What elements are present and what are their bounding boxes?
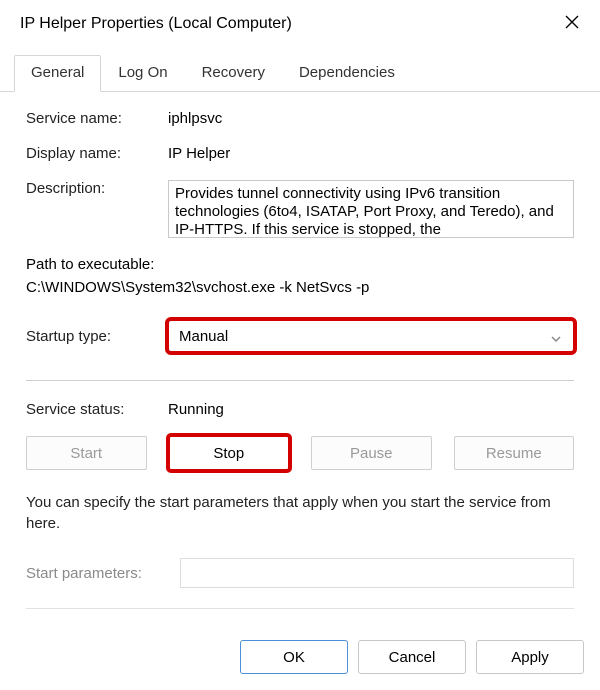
- tab-strip: General Log On Recovery Dependencies: [0, 48, 600, 92]
- stop-button[interactable]: Stop: [169, 436, 290, 470]
- value-service-status: Running: [168, 401, 574, 418]
- tab-dependencies[interactable]: Dependencies: [282, 55, 412, 92]
- cancel-button[interactable]: Cancel: [358, 640, 466, 674]
- label-description: Description:: [26, 180, 168, 197]
- label-service-status: Service status:: [26, 401, 168, 418]
- separator-2: [26, 608, 574, 609]
- label-start-parameters: Start parameters:: [26, 565, 168, 582]
- separator: [26, 380, 574, 381]
- apply-button[interactable]: Apply: [476, 640, 584, 674]
- tab-recovery[interactable]: Recovery: [185, 55, 282, 92]
- startup-type-select[interactable]: Manual: [168, 320, 574, 352]
- tab-log-on[interactable]: Log On: [101, 55, 184, 92]
- resume-button: Resume: [454, 436, 575, 470]
- label-path: Path to executable:: [26, 256, 574, 273]
- start-parameters-input: [180, 558, 574, 588]
- label-service-name: Service name:: [26, 110, 168, 127]
- value-path: C:\WINDOWS\System32\svchost.exe -k NetSv…: [26, 279, 574, 296]
- tab-general[interactable]: General: [14, 55, 101, 92]
- label-startup-type: Startup type:: [26, 328, 168, 345]
- chevron-down-icon: [551, 331, 561, 341]
- value-service-name: iphlpsvc: [168, 110, 574, 127]
- label-display-name: Display name:: [26, 145, 168, 162]
- startup-type-value: Manual: [179, 328, 228, 345]
- start-button: Start: [26, 436, 147, 470]
- close-button[interactable]: [548, 0, 596, 48]
- value-display-name: IP Helper: [168, 145, 574, 162]
- window-title: IP Helper Properties (Local Computer): [20, 15, 292, 33]
- close-icon: [565, 15, 579, 33]
- pause-button: Pause: [311, 436, 432, 470]
- ok-button[interactable]: OK: [240, 640, 348, 674]
- description-box[interactable]: [168, 180, 574, 238]
- hint-text: You can specify the start parameters tha…: [26, 492, 574, 534]
